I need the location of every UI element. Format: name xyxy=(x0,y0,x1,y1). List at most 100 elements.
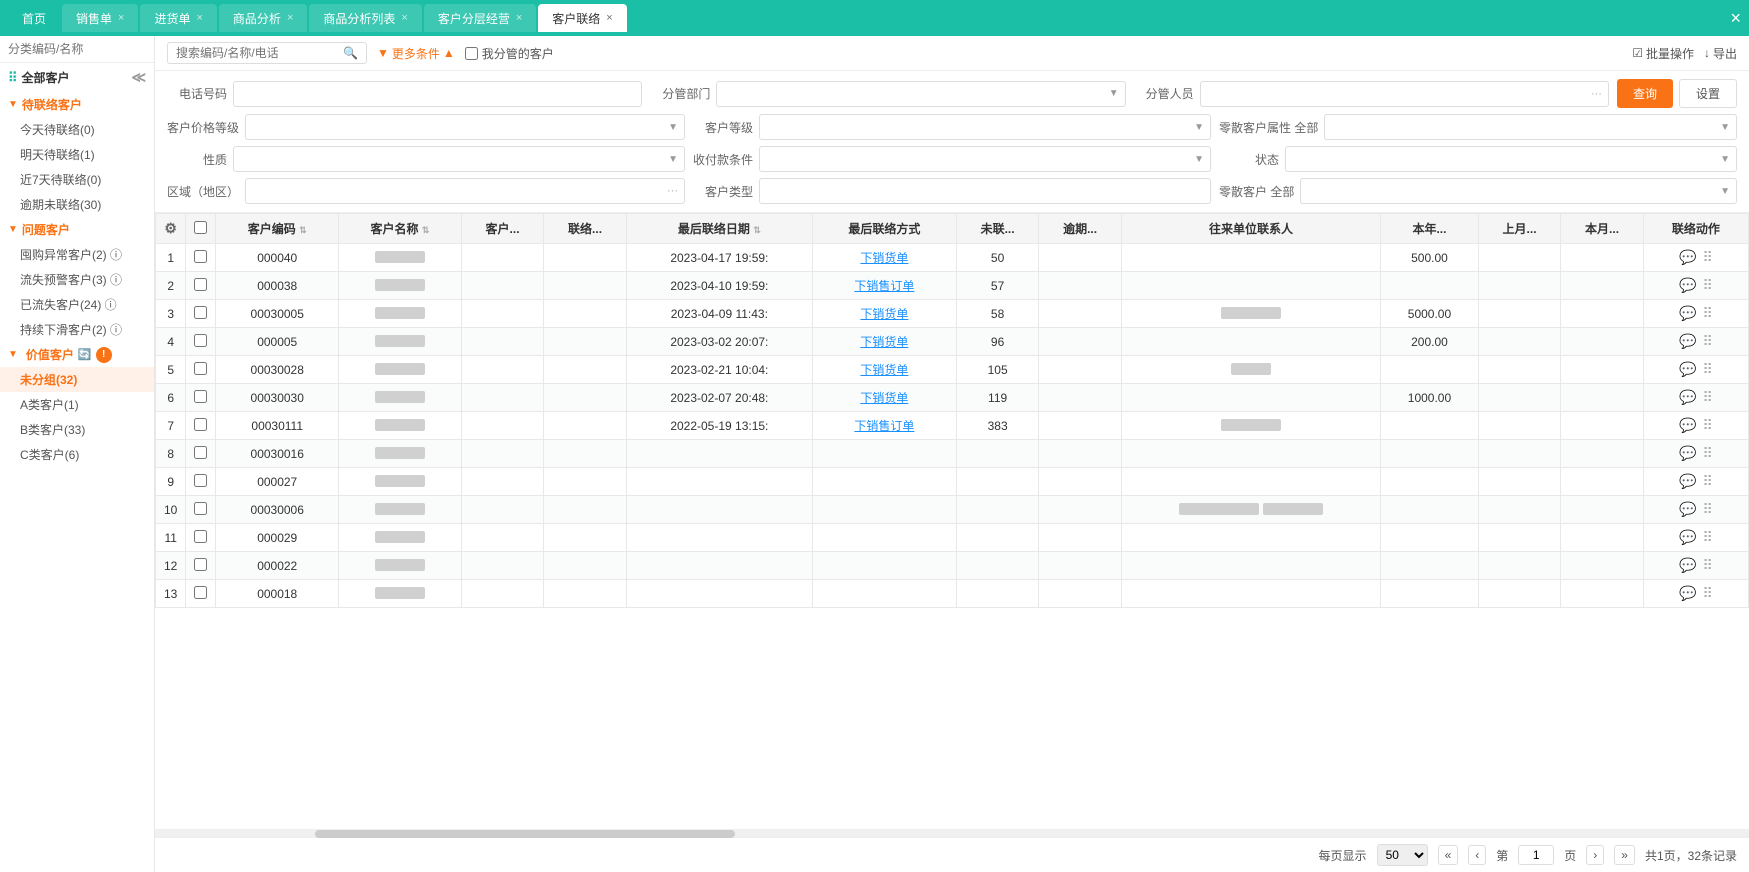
search-input[interactable] xyxy=(176,46,339,60)
sidebar-item-class-b[interactable]: B类客户(33) xyxy=(0,417,154,442)
row-checkbox[interactable] xyxy=(194,418,207,431)
filter-dept-select[interactable]: ▼ xyxy=(716,81,1125,107)
grid-action-icon[interactable]: ⠿ xyxy=(1702,473,1712,490)
batch-ops-btn[interactable]: ☑ 批量操作 xyxy=(1632,45,1694,62)
filter-status-select[interactable]: ▼ xyxy=(1285,146,1737,172)
cell-name[interactable] xyxy=(339,552,462,580)
cell-last-method[interactable]: 下销货单 xyxy=(812,244,956,272)
message-icon[interactable]: 💬 xyxy=(1679,361,1696,378)
sidebar-item-churned[interactable]: 已流失客户(24) ⓘ xyxy=(0,292,154,317)
tab-customer-tier[interactable]: 客户分层经营 × xyxy=(424,4,536,32)
grid-action-icon[interactable]: ⠿ xyxy=(1702,389,1712,406)
grid-action-icon[interactable]: ⠿ xyxy=(1702,361,1712,378)
cell-last-method[interactable] xyxy=(812,440,956,468)
filter-retail-customer-select[interactable]: ▼ xyxy=(1300,178,1737,204)
cell-last-method[interactable]: 下销货单 xyxy=(812,328,956,356)
tab-customer-contact[interactable]: 客户联络 × xyxy=(538,4,626,32)
last-page-btn[interactable]: » xyxy=(1614,845,1635,865)
cell-checkbox[interactable] xyxy=(186,384,216,412)
cell-last-method[interactable]: 下销售订单 xyxy=(812,412,956,440)
cell-last-method[interactable]: 下销售订单 xyxy=(812,272,956,300)
cell-name[interactable] xyxy=(339,580,462,608)
row-checkbox[interactable] xyxy=(194,390,207,403)
grid-action-icon[interactable]: ⠿ xyxy=(1702,557,1712,574)
next-page-btn[interactable]: › xyxy=(1586,845,1604,865)
message-icon[interactable]: 💬 xyxy=(1679,557,1696,574)
sidebar-item-ungrouped[interactable]: 未分组(32) xyxy=(0,367,154,392)
sidebar-item-class-a[interactable]: A类客户(1) xyxy=(0,392,154,417)
message-icon[interactable]: 💬 xyxy=(1679,389,1696,406)
tab-product-analysis-close[interactable]: × xyxy=(287,12,293,24)
row-checkbox[interactable] xyxy=(194,502,207,515)
col-gear[interactable]: ⚙ xyxy=(156,214,186,244)
cell-last-method[interactable] xyxy=(812,580,956,608)
query-btn[interactable]: 查询 xyxy=(1617,79,1673,108)
tab-home[interactable]: 首页 xyxy=(8,4,60,32)
sidebar-item-class-c[interactable]: C类客户(6) xyxy=(0,442,154,467)
method-link[interactable]: 下销货单 xyxy=(860,363,908,377)
sidebar-item-declining[interactable]: 持续下滑客户(2) ⓘ xyxy=(0,317,154,342)
method-link[interactable]: 下销货单 xyxy=(860,335,908,349)
cell-name[interactable] xyxy=(339,440,462,468)
cell-name[interactable] xyxy=(339,356,462,384)
cell-checkbox[interactable] xyxy=(186,244,216,272)
row-checkbox[interactable] xyxy=(194,278,207,291)
sidebar-item-today[interactable]: 今天待联络(0) xyxy=(0,117,154,142)
method-link[interactable]: 下销货单 xyxy=(860,391,908,405)
filter-manager-select[interactable]: ··· xyxy=(1200,81,1609,107)
select-all-checkbox[interactable] xyxy=(194,221,207,234)
cell-name[interactable] xyxy=(339,272,462,300)
col-code[interactable]: 客户编码 ⇅ xyxy=(216,214,339,244)
cell-checkbox[interactable] xyxy=(186,300,216,328)
row-checkbox[interactable] xyxy=(194,250,207,263)
cell-last-method[interactable] xyxy=(812,468,956,496)
cell-checkbox[interactable] xyxy=(186,272,216,300)
sidebar-item-overdue[interactable]: 逾期未联络(30) xyxy=(0,192,154,217)
table-scrollbar[interactable] xyxy=(155,829,1749,837)
grid-action-icon[interactable]: ⠿ xyxy=(1702,305,1712,322)
prev-page-btn[interactable]: ‹ xyxy=(1468,845,1486,865)
cell-name[interactable] xyxy=(339,328,462,356)
method-link[interactable]: 下销售订单 xyxy=(854,419,914,433)
message-icon[interactable]: 💬 xyxy=(1679,473,1696,490)
row-checkbox[interactable] xyxy=(194,334,207,347)
cell-last-method[interactable]: 下销货单 xyxy=(812,300,956,328)
gear-icon[interactable]: ⚙ xyxy=(164,220,177,236)
cell-name[interactable] xyxy=(339,524,462,552)
row-checkbox[interactable] xyxy=(194,586,207,599)
filter-phone-input[interactable] xyxy=(233,81,642,107)
cell-checkbox[interactable] xyxy=(186,496,216,524)
grid-action-icon[interactable]: ⠿ xyxy=(1702,501,1712,518)
grid-action-icon[interactable]: ⠿ xyxy=(1702,249,1712,266)
message-icon[interactable]: 💬 xyxy=(1679,529,1696,546)
method-link[interactable]: 下销货单 xyxy=(860,251,908,265)
message-icon[interactable]: 💬 xyxy=(1679,501,1696,518)
filter-retail-attr-select[interactable]: ▼ xyxy=(1324,114,1737,140)
reset-btn[interactable]: 设置 xyxy=(1679,79,1737,108)
cell-last-method[interactable] xyxy=(812,524,956,552)
cell-last-method[interactable] xyxy=(812,496,956,524)
row-checkbox[interactable] xyxy=(194,530,207,543)
sidebar-item-tomorrow[interactable]: 明天待联络(1) xyxy=(0,142,154,167)
tab-purchase-close[interactable]: × xyxy=(196,12,202,24)
grid-action-icon[interactable]: ⠿ xyxy=(1702,585,1712,602)
tab-sales-close[interactable]: × xyxy=(118,12,124,24)
message-icon[interactable]: 💬 xyxy=(1679,249,1696,266)
cell-name[interactable] xyxy=(339,468,462,496)
grid-action-icon[interactable]: ⠿ xyxy=(1702,417,1712,434)
cell-checkbox[interactable] xyxy=(186,328,216,356)
method-link[interactable]: 下销售订单 xyxy=(854,279,914,293)
grid-action-icon[interactable]: ⠿ xyxy=(1702,333,1712,350)
col-last-date[interactable]: 最后联络日期 ⇅ xyxy=(626,214,812,244)
cell-checkbox[interactable] xyxy=(186,468,216,496)
message-icon[interactable]: 💬 xyxy=(1679,305,1696,322)
export-btn[interactable]: ↓ 导出 xyxy=(1704,45,1737,62)
row-checkbox[interactable] xyxy=(194,446,207,459)
filter-price-level-select[interactable]: ▼ xyxy=(245,114,685,140)
sidebar-item-churn-warning[interactable]: 流失预警客户(3) ⓘ xyxy=(0,267,154,292)
message-icon[interactable]: 💬 xyxy=(1679,585,1696,602)
row-checkbox[interactable] xyxy=(194,306,207,319)
cell-name[interactable] xyxy=(339,412,462,440)
search-icon[interactable]: 🔍 xyxy=(343,46,358,60)
filter-payment-select[interactable]: ▼ xyxy=(759,146,1211,172)
